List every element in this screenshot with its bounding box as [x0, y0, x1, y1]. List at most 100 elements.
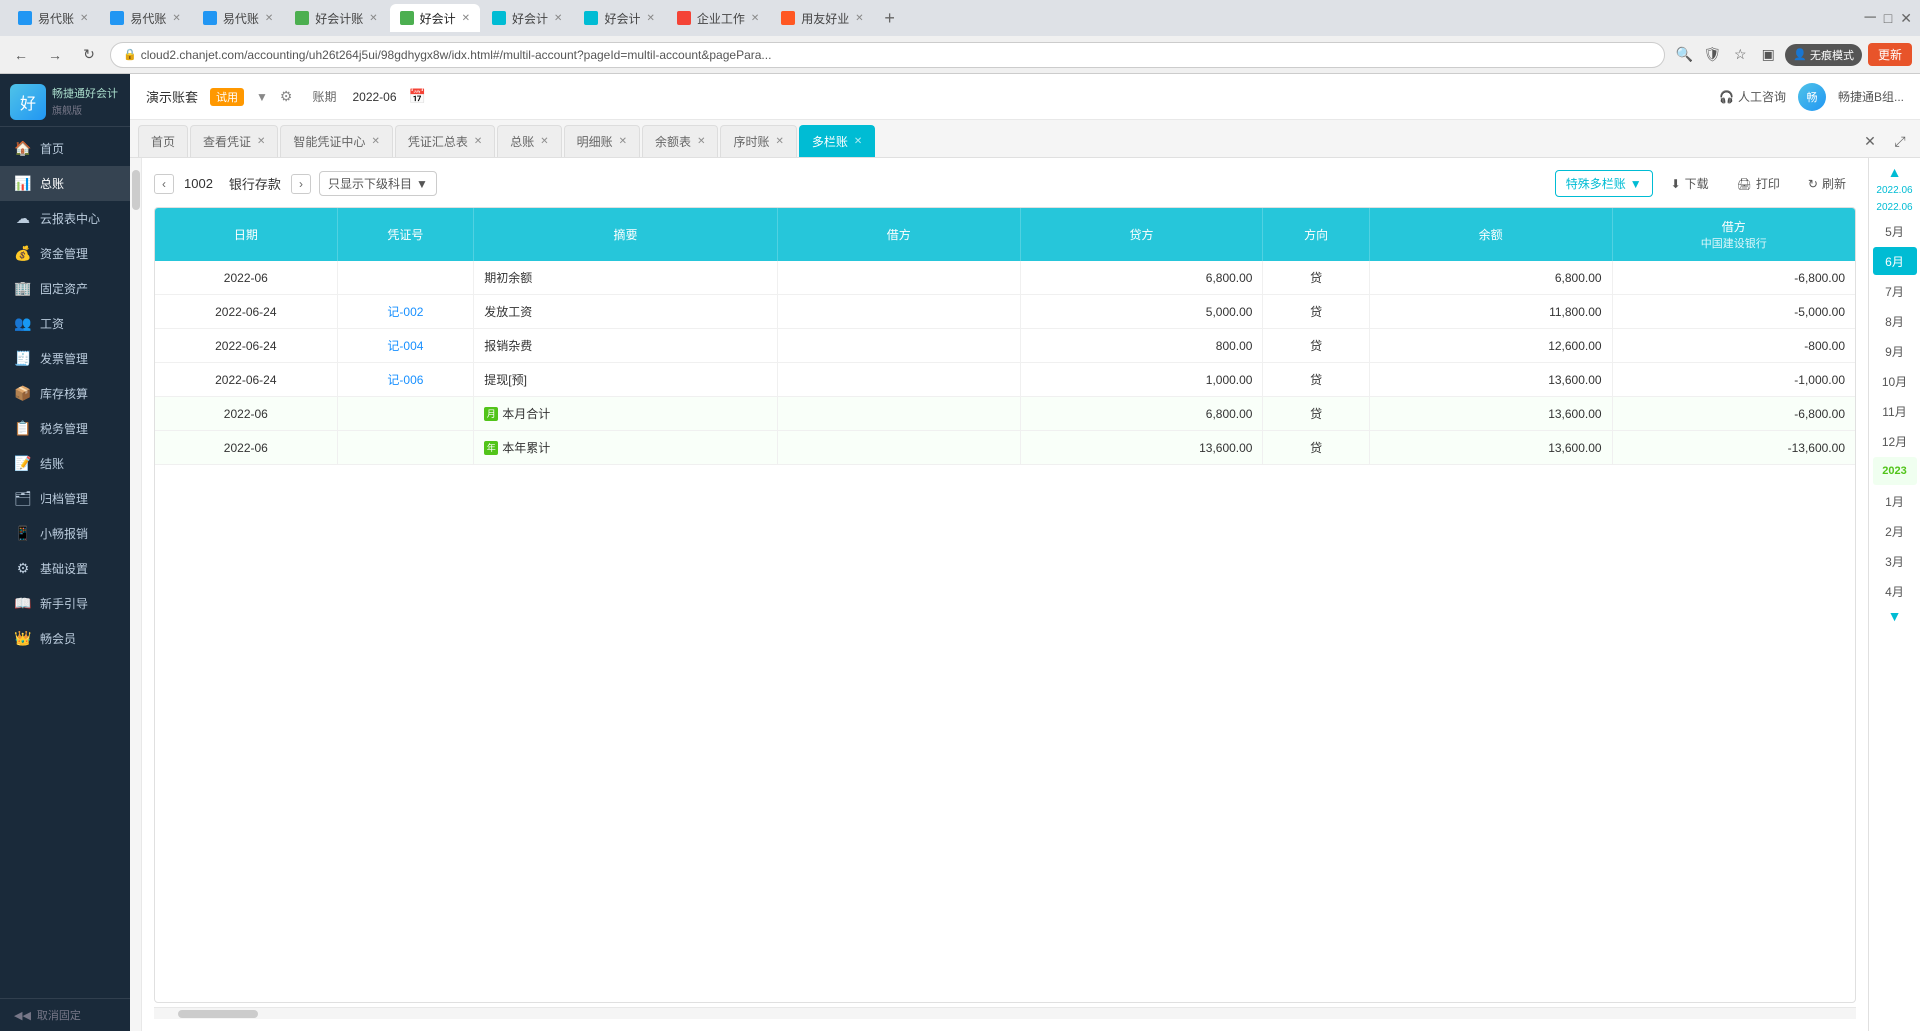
no-trace-button[interactable]: 👤 无痕模式: [1785, 44, 1862, 66]
close-icon[interactable]: ✕: [371, 136, 379, 147]
sidebar-item-home[interactable]: 🏠 首页: [0, 131, 130, 166]
sidebar-item-funds[interactable]: 💰 资金管理: [0, 236, 130, 271]
close-icon[interactable]: ✕: [697, 136, 705, 147]
month-item-feb[interactable]: 2月: [1873, 517, 1917, 545]
close-icon[interactable]: ✕: [540, 136, 548, 147]
browser-tab-1[interactable]: 易代账 ✕: [8, 4, 98, 32]
special-multi-col-button[interactable]: 特殊多栏账 ▼: [1555, 170, 1653, 197]
print-button[interactable]: 🖨 打印: [1727, 171, 1790, 196]
address-input[interactable]: 🔒 cloud2.chanjet.com/accounting/uh26t264…: [110, 42, 1665, 68]
month-item-jun[interactable]: 6月: [1873, 247, 1917, 275]
month-item-sep[interactable]: 9月: [1873, 337, 1917, 365]
search-icon[interactable]: 🔍: [1673, 44, 1695, 66]
tab-smart-voucher[interactable]: 智能凭证中心 ✕: [280, 125, 392, 157]
month-item-oct[interactable]: 10月: [1873, 367, 1917, 395]
close-icon[interactable]: ✕: [554, 13, 562, 24]
browser-tab-7[interactable]: 好会计 ✕: [574, 4, 664, 32]
close-icon[interactable]: ✕: [855, 13, 863, 24]
browser-tab-5[interactable]: 好会计 ✕: [390, 4, 480, 32]
browser-tab-6[interactable]: 好会计 ✕: [482, 4, 572, 32]
tab-detail-ledger[interactable]: 明细账 ✕: [564, 125, 640, 157]
voucher-link[interactable]: 记-006: [387, 373, 423, 387]
sidebar-item-ledger[interactable]: 📊 总账: [0, 166, 130, 201]
month-item-jul[interactable]: 7月: [1873, 277, 1917, 305]
voucher-link[interactable]: 记-002: [387, 305, 423, 319]
shield-icon[interactable]: 🛡: [1701, 44, 1723, 66]
new-tab-button[interactable]: +: [876, 4, 904, 32]
close-icon[interactable]: ✕: [474, 136, 482, 147]
sidebar-item-salary[interactable]: 👥 工资: [0, 306, 130, 341]
sidebar-item-fixed-assets[interactable]: 🏢 固定资产: [0, 271, 130, 306]
month-item-nov[interactable]: 11月: [1873, 397, 1917, 425]
month-item-may[interactable]: 5月: [1873, 217, 1917, 245]
month-item-dec[interactable]: 12月: [1873, 427, 1917, 455]
prev-account-button[interactable]: ‹: [154, 174, 174, 194]
cell-date: 2022-06: [155, 261, 337, 295]
month-item-jan[interactable]: 1月: [1873, 487, 1917, 515]
sidebar-panel-icon[interactable]: ▣: [1757, 44, 1779, 66]
sidebar-item-member[interactable]: 👑 畅会员: [0, 621, 130, 656]
sidebar-item-close[interactable]: 📝 结账: [0, 446, 130, 481]
month-item-mar[interactable]: 3月: [1873, 547, 1917, 575]
tab-general-ledger[interactable]: 总账 ✕: [497, 125, 561, 157]
close-icon[interactable]: ✕: [646, 13, 654, 24]
close-icon[interactable]: ✕: [619, 136, 627, 147]
sidebar-footer[interactable]: ◀◀ 取消固定: [0, 998, 130, 1031]
close-icon[interactable]: ✕: [172, 13, 180, 24]
horizontal-scroll-area[interactable]: [154, 1007, 1856, 1019]
month-item-aug[interactable]: 8月: [1873, 307, 1917, 335]
tab-balance-sheet[interactable]: 余额表 ✕: [642, 125, 718, 157]
month-up-arrow[interactable]: ▲: [1881, 162, 1909, 182]
h-scroll-thumb[interactable]: [178, 1010, 258, 1018]
browser-tab-9[interactable]: 用友好业 ✕: [771, 4, 873, 32]
tab-sequence-ledger[interactable]: 序时账 ✕: [720, 125, 796, 157]
close-icon[interactable]: ✕: [775, 136, 783, 147]
download-button[interactable]: ⬇ 下载: [1661, 171, 1719, 196]
star-icon[interactable]: ☆: [1729, 44, 1751, 66]
filter-select[interactable]: 只显示下级科目 ▼: [319, 171, 437, 196]
sidebar-item-expense[interactable]: 📱 小畅报销: [0, 516, 130, 551]
vertical-scroll-area[interactable]: [130, 158, 142, 1031]
scroll-thumb[interactable]: [132, 170, 140, 210]
dropdown-arrow-icon[interactable]: ▼: [256, 90, 268, 104]
minimize-icon[interactable]: ─: [1864, 9, 1875, 27]
calendar-icon[interactable]: 📅: [409, 88, 426, 105]
tab-voucher-summary[interactable]: 凭证汇总表 ✕: [395, 125, 495, 157]
month-down-arrow[interactable]: ▼: [1881, 606, 1909, 626]
sidebar-item-inventory[interactable]: 📦 库存核算: [0, 376, 130, 411]
sidebar-item-cloud-report[interactable]: ☁ 云报表中心: [0, 201, 130, 236]
month-item-apr[interactable]: 4月: [1873, 577, 1917, 605]
tab-multi-column[interactable]: 多栏账 ✕: [799, 125, 875, 157]
close-icon[interactable]: ✕: [462, 13, 470, 24]
back-button[interactable]: ←: [8, 42, 34, 68]
close-icon[interactable]: ✕: [80, 13, 88, 24]
close-icon[interactable]: ✕: [265, 13, 273, 24]
browser-tab-8[interactable]: 企业工作 ✕: [667, 4, 769, 32]
browser-tab-4[interactable]: 好会计账 ✕: [285, 4, 387, 32]
sidebar-item-guide[interactable]: 📖 新手引导: [0, 586, 130, 621]
close-icon[interactable]: ✕: [369, 13, 377, 24]
sidebar-item-tax[interactable]: 📋 税务管理: [0, 411, 130, 446]
browser-tab-2[interactable]: 易代账 ✕: [100, 4, 190, 32]
refresh-button[interactable]: ↻ 刷新: [1798, 171, 1856, 196]
sidebar-item-settings[interactable]: ⚙ 基础设置: [0, 551, 130, 586]
sidebar-item-archive[interactable]: 🗂 归档管理: [0, 481, 130, 516]
close-window-icon[interactable]: ✕: [1900, 10, 1912, 27]
consult-button[interactable]: 🎧 人工咨询: [1719, 88, 1786, 105]
sidebar-item-invoice[interactable]: 🧾 发票管理: [0, 341, 130, 376]
voucher-link[interactable]: 记-004: [387, 339, 423, 353]
reload-button[interactable]: ↻: [76, 42, 102, 68]
close-icon[interactable]: ✕: [751, 13, 759, 24]
forward-button[interactable]: →: [42, 42, 68, 68]
settings-icon[interactable]: ⚙: [280, 88, 293, 105]
collapse-icon[interactable]: ✕: [1858, 129, 1882, 153]
browser-tab-3[interactable]: 易代账 ✕: [193, 4, 283, 32]
tab-voucher-view[interactable]: 查看凭证 ✕: [190, 125, 278, 157]
close-icon[interactable]: ✕: [257, 136, 265, 147]
update-button[interactable]: 更新: [1868, 43, 1912, 66]
maximize-icon[interactable]: □: [1884, 10, 1892, 26]
next-account-button[interactable]: ›: [291, 174, 311, 194]
expand-icon[interactable]: ⤢: [1888, 129, 1912, 153]
tab-home[interactable]: 首页: [138, 125, 188, 157]
close-icon[interactable]: ✕: [854, 136, 862, 147]
